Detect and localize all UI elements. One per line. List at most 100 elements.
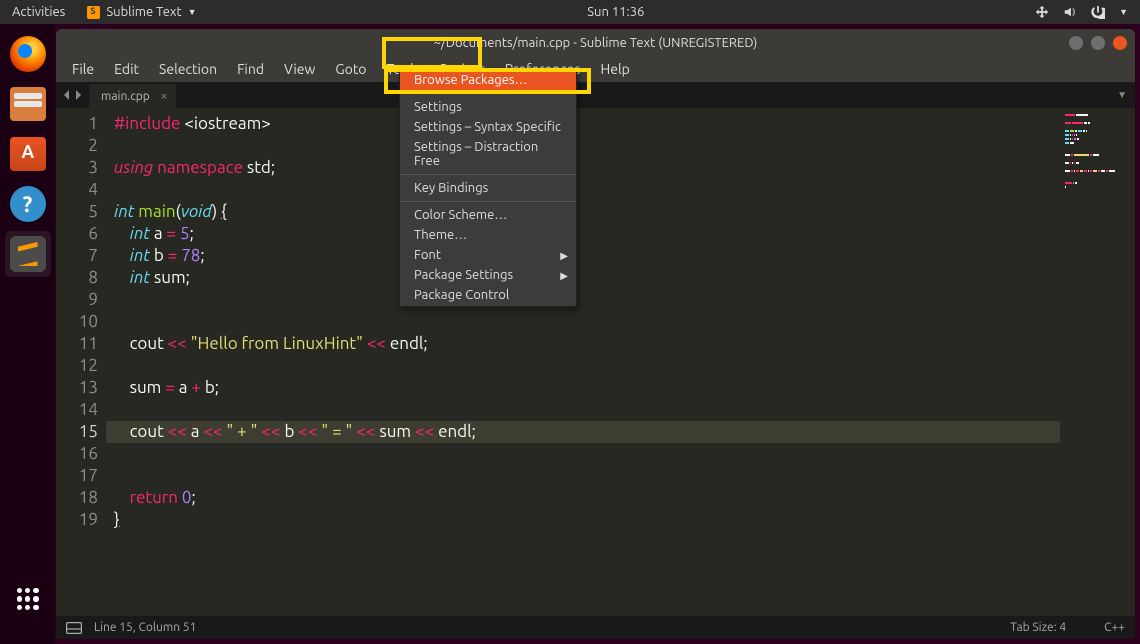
code-line[interactable]: int b = 78;: [114, 245, 1060, 267]
line-number: 2: [56, 135, 98, 157]
menu-selection[interactable]: Selection: [149, 58, 227, 80]
line-number: 4: [56, 179, 98, 201]
code-line[interactable]: return 0;: [114, 487, 1060, 509]
ubuntu-dock: ?: [0, 24, 55, 644]
code-line[interactable]: [114, 399, 1060, 421]
preferences-dropdown: Browse Packages… SettingsSettings – Synta…: [399, 68, 577, 307]
grid-icon: [17, 588, 39, 610]
code-line[interactable]: [114, 289, 1060, 311]
menu-item-settings[interactable]: Settings: [400, 97, 576, 117]
line-number: 9: [56, 289, 98, 311]
sublime-icon: [87, 6, 100, 19]
tab-label: main.cpp: [101, 90, 150, 103]
line-number: 14: [56, 399, 98, 421]
tab-bar: main.cpp × ▼: [56, 82, 1135, 108]
menu-find[interactable]: Find: [227, 58, 274, 80]
menu-item-package-settings[interactable]: Package Settings▶: [400, 265, 576, 285]
menu-item-settings-distraction-free[interactable]: Settings – Distraction Free: [400, 137, 576, 171]
menu-item-color-scheme[interactable]: Color Scheme…: [400, 205, 576, 225]
line-number: 1: [56, 113, 98, 135]
close-button[interactable]: [1113, 36, 1127, 50]
line-number: 12: [56, 355, 98, 377]
tab-close-icon[interactable]: ×: [161, 89, 168, 103]
help-icon: ?: [10, 186, 46, 222]
menu-view[interactable]: View: [274, 58, 325, 80]
tab-size[interactable]: Tab Size: 4: [1010, 621, 1066, 634]
code-line[interactable]: cout << a << " + " << b << " = " << sum …: [106, 421, 1110, 443]
menu-separator: [400, 174, 576, 175]
tab-overflow-icon[interactable]: ▼: [1117, 89, 1127, 101]
code-line[interactable]: sum = a + b;: [114, 377, 1060, 399]
menu-item-font[interactable]: Font▶: [400, 245, 576, 265]
code-line[interactable]: [114, 443, 1060, 465]
network-icon[interactable]: [1035, 5, 1049, 19]
code-line[interactable]: }: [114, 509, 1060, 531]
code-area[interactable]: #include <iostream> using namespace std; i…: [106, 108, 1060, 616]
volume-icon[interactable]: [1063, 5, 1077, 19]
sublime-icon: [10, 236, 46, 272]
menu-goto[interactable]: Goto: [325, 58, 376, 80]
sublime-window: ~/Documents/main.cpp - Sublime Text (UNR…: [56, 29, 1135, 639]
menu-bar: FileEditSelectionFindViewGotoToolsProjec…: [56, 56, 1135, 82]
show-applications[interactable]: [5, 576, 51, 622]
line-number: 10: [56, 311, 98, 333]
file-tab[interactable]: main.cpp ×: [89, 84, 176, 108]
code-line[interactable]: [114, 465, 1060, 487]
line-number: 11: [56, 333, 98, 355]
status-bar: Line 15, Column 51 Tab Size: 4 C++: [56, 616, 1135, 639]
code-line[interactable]: int sum;: [114, 267, 1060, 289]
menu-help[interactable]: Help: [590, 58, 639, 80]
line-number: 18: [56, 487, 98, 509]
line-number: 16: [56, 443, 98, 465]
menu-item-theme[interactable]: Theme…: [400, 225, 576, 245]
line-number: 15: [56, 421, 98, 443]
line-gutter: 12345678910111213141516171819: [56, 108, 106, 616]
code-line[interactable]: #include <iostream>: [114, 113, 1060, 135]
menu-separator: [400, 201, 576, 202]
clock[interactable]: Sun 11:36: [587, 5, 644, 19]
minimize-button[interactable]: [1069, 36, 1083, 50]
line-number: 13: [56, 377, 98, 399]
maximize-button[interactable]: [1091, 36, 1105, 50]
system-menu-caret[interactable]: ▼: [1119, 7, 1128, 17]
firefox-icon: [10, 36, 46, 72]
code-line[interactable]: int main(void) {: [114, 201, 1060, 223]
minimap[interactable]: [1060, 108, 1135, 616]
files-icon: [10, 87, 46, 121]
title-bar[interactable]: ~/Documents/main.cpp - Sublime Text (UNR…: [56, 29, 1135, 56]
editor[interactable]: 12345678910111213141516171819 #include <…: [56, 108, 1135, 616]
tab-fwd-icon[interactable]: [74, 89, 84, 101]
code-line[interactable]: [114, 135, 1060, 157]
menu-item-package-control[interactable]: Package Control: [400, 285, 576, 305]
console-icon[interactable]: [66, 622, 82, 634]
dock-sublime[interactable]: [5, 231, 51, 277]
code-line[interactable]: cout << "Hello from LinuxHint" << endl;: [114, 333, 1060, 355]
code-line[interactable]: int a = 5;: [114, 223, 1060, 245]
menu-item-key-bindings[interactable]: Key Bindings: [400, 178, 576, 198]
code-line[interactable]: [114, 355, 1060, 377]
line-number: 6: [56, 223, 98, 245]
dock-help[interactable]: ?: [5, 181, 51, 227]
line-number: 7: [56, 245, 98, 267]
power-icon[interactable]: [1091, 5, 1105, 19]
activities-button[interactable]: Activities: [12, 5, 65, 19]
menu-file[interactable]: File: [62, 58, 104, 80]
menu-item-browse-packages[interactable]: Browse Packages…: [400, 70, 576, 90]
line-number: 5: [56, 201, 98, 223]
cursor-position[interactable]: Line 15, Column 51: [94, 621, 196, 634]
line-number: 19: [56, 509, 98, 531]
window-title: ~/Documents/main.cpp - Sublime Text (UNR…: [434, 36, 758, 50]
code-line[interactable]: [114, 179, 1060, 201]
dock-files[interactable]: [5, 81, 51, 127]
app-menu[interactable]: Sublime Text ▼: [87, 5, 196, 19]
tab-back-icon[interactable]: [61, 89, 71, 101]
menu-item-settings-syntax-specific[interactable]: Settings – Syntax Specific: [400, 117, 576, 137]
code-line[interactable]: using namespace std;: [114, 157, 1060, 179]
menu-edit[interactable]: Edit: [104, 58, 149, 80]
line-number: 17: [56, 465, 98, 487]
dock-software[interactable]: [5, 131, 51, 177]
menu-separator: [400, 93, 576, 94]
syntax-label[interactable]: C++: [1104, 621, 1125, 634]
dock-firefox[interactable]: [5, 31, 51, 77]
code-line[interactable]: [114, 311, 1060, 333]
